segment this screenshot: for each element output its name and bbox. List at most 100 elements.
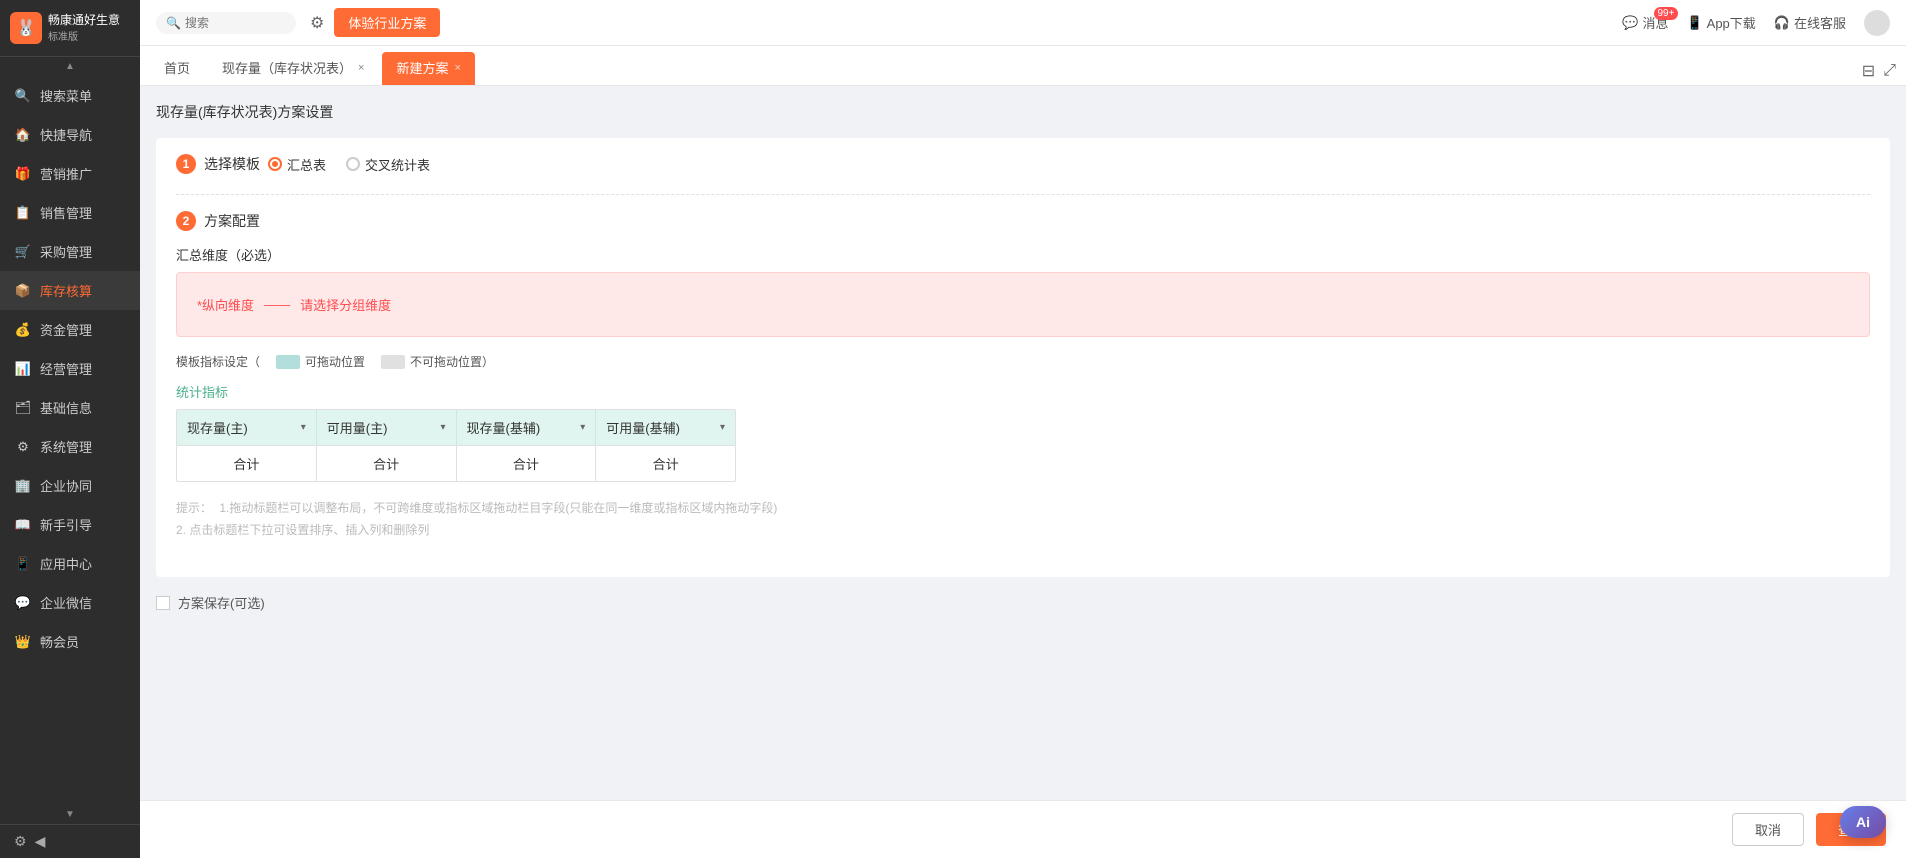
section2-num: 2 xyxy=(176,211,196,231)
tab-expand-icon[interactable]: ⤢ xyxy=(1883,62,1896,80)
col-header-3[interactable]: 可用量(基辅) ▾ xyxy=(596,410,735,445)
tip-line-2: 2. 点击标题栏下拉可设置排序、插入列和删除列 xyxy=(176,520,1870,542)
col-header-1[interactable]: 可用量(主) ▾ xyxy=(317,410,457,445)
sidebar-item-base-info[interactable]: 🗂 基础信息 xyxy=(0,388,140,427)
search-icon: 🔍 xyxy=(166,16,181,30)
stats-table-header: 现存量(主) ▾ 可用量(主) ▾ 现存量(基辅) ▾ 可用量(基辅) xyxy=(177,410,735,445)
stats-table: 现存量(主) ▾ 可用量(主) ▾ 现存量(基辅) ▾ 可用量(基辅) xyxy=(176,409,736,482)
sidebar-item-system[interactable]: ⚙ 系统管理 xyxy=(0,427,140,466)
section-template: 1 选择模板 汇总表 交叉统计表 xyxy=(176,154,1870,174)
chevron-down-icon-1: ▾ xyxy=(440,422,445,433)
message-icon: 💬 xyxy=(1622,15,1638,31)
avatar[interactable] xyxy=(1864,10,1890,36)
chevron-down-icon-2: ▾ xyxy=(580,422,585,433)
tip-title: 提示： 1.拖动标题栏可以调整布局，不可跨维度或指标区域拖动栏目字段(只能在同一… xyxy=(176,498,1870,520)
quick-nav-icon: 🏠 xyxy=(14,126,32,144)
operations-icon: 📊 xyxy=(14,360,32,378)
tab-new-plan[interactable]: 新建方案 × xyxy=(382,52,474,85)
sidebar-item-app-center[interactable]: 📱 应用中心 xyxy=(0,544,140,583)
enterprise-icon: 🏢 xyxy=(14,477,32,495)
sidebar-item-inventory[interactable]: 📦 库存核算 xyxy=(0,271,140,310)
sidebar-item-sales[interactable]: 📋 销售管理 xyxy=(0,193,140,232)
template-radio-group: 汇总表 交叉统计表 xyxy=(268,155,430,174)
sidebar-item-enterprise[interactable]: 🏢 企业协同 xyxy=(0,466,140,505)
tab-inventory[interactable]: 现存量（库存状况表） × xyxy=(208,52,378,85)
base-info-icon: 🗂 xyxy=(14,399,32,417)
tab-minimize-icon[interactable]: ⊟ xyxy=(1862,61,1875,81)
headset-icon: 🎧 xyxy=(1774,15,1790,31)
vertical-dim-placeholder[interactable]: 请选择分组维度 xyxy=(300,295,391,314)
sidebar-item-finance[interactable]: 💰 资金管理 xyxy=(0,310,140,349)
draggable-label: 可拖动位置 xyxy=(305,353,365,370)
cell-1: 合计 xyxy=(317,446,457,481)
search-box: 🔍 xyxy=(156,12,296,34)
app-download-label: App下载 xyxy=(1707,13,1756,32)
ai-floating-button[interactable]: Ai xyxy=(1840,806,1886,838)
sidebar-scroll-up[interactable]: ▲ xyxy=(0,57,140,76)
cancel-button[interactable]: 取消 xyxy=(1732,813,1804,846)
chevron-down-icon-3: ▾ xyxy=(720,422,725,433)
radio-cross[interactable]: 交叉统计表 xyxy=(346,155,430,174)
vertical-dim-dash: —— xyxy=(264,297,290,312)
save-row: 方案保存(可选) xyxy=(156,593,1890,612)
main-area: 🔍 ⚙ 体验行业方案 💬 消息 99+ 📱 App下载 🎧 在线客服 xyxy=(140,0,1906,858)
sidebar-scroll-down[interactable]: ▼ xyxy=(0,805,140,824)
sidebar-item-purchase[interactable]: 🛒 采购管理 xyxy=(0,232,140,271)
system-icon: ⚙ xyxy=(14,438,32,456)
message-item[interactable]: 💬 消息 99+ xyxy=(1622,13,1668,32)
sidebar-item-vip[interactable]: 👑 畅会员 xyxy=(0,622,140,661)
logo-icon: 🐰 xyxy=(10,12,42,44)
tab-inventory-close-icon[interactable]: × xyxy=(358,62,364,74)
trial-btn[interactable]: 体验行业方案 xyxy=(334,8,440,37)
section-divider-1 xyxy=(176,194,1870,195)
stats-section-label: 统计指标 xyxy=(176,382,1870,401)
cell-3: 合计 xyxy=(596,446,735,481)
section1-num: 1 xyxy=(176,154,196,174)
app-center-icon: 📱 xyxy=(14,555,32,573)
sub-label-dimension: 汇总维度（必选） xyxy=(176,245,1870,264)
sales-icon: 📋 xyxy=(14,204,32,222)
non-draggable-box xyxy=(381,355,405,369)
search-input[interactable] xyxy=(185,16,275,30)
topbar-settings-icon[interactable]: ⚙ xyxy=(310,13,324,33)
section1-title: 选择模板 xyxy=(204,154,260,174)
sidebar-item-search-menu[interactable]: 🔍 搜索菜单 xyxy=(0,76,140,115)
sidebar-item-operations[interactable]: 📊 经营管理 xyxy=(0,349,140,388)
cell-2: 合计 xyxy=(457,446,597,481)
tab-new-plan-close-icon[interactable]: × xyxy=(454,62,460,74)
topbar-right: 💬 消息 99+ 📱 App下载 🎧 在线客服 xyxy=(1622,10,1890,36)
sidebar: 🐰 畅康通好生意 标准版 ▲ 🔍 搜索菜单 🏠 快捷导航 🎁 营销推广 📋 销售… xyxy=(0,0,140,858)
tabs-bar: 首页 现存量（库存状况表） × 新建方案 × ⊟ ⤢ xyxy=(140,46,1906,86)
save-checkbox[interactable] xyxy=(156,596,170,610)
non-draggable-label: 不可拖动位置） xyxy=(410,353,494,370)
online-service-label: 在线客服 xyxy=(1794,13,1846,32)
section2-title: 方案配置 xyxy=(204,211,260,231)
message-badge: 99+ xyxy=(1654,7,1679,20)
draggable-box xyxy=(276,355,300,369)
section2-header: 2 方案配置 xyxy=(176,211,1870,231)
sidebar-footer: ⚙ ◀ xyxy=(0,824,140,858)
save-label: 方案保存(可选) xyxy=(178,593,265,612)
col-header-0[interactable]: 现存量(主) ▾ xyxy=(177,410,317,445)
dimension-selector[interactable]: *纵向维度 —— 请选择分组维度 xyxy=(176,272,1870,337)
marketing-icon: 🎁 xyxy=(14,165,32,183)
footer-settings-icon[interactable]: ⚙ xyxy=(14,833,27,850)
sidebar-item-guide[interactable]: 📖 新手引导 xyxy=(0,505,140,544)
footer-collapse-icon[interactable]: ◀ xyxy=(35,833,46,850)
guide-icon: 📖 xyxy=(14,516,32,534)
sidebar-item-marketing[interactable]: 🎁 营销推广 xyxy=(0,154,140,193)
online-service-item[interactable]: 🎧 在线客服 xyxy=(1774,13,1846,32)
sidebar-item-quick-nav[interactable]: 🏠 快捷导航 xyxy=(0,115,140,154)
section1-header: 1 选择模板 汇总表 交叉统计表 xyxy=(176,154,1870,174)
content-area: 现存量(库存状况表)方案设置 1 选择模板 汇总表 交叉统计表 xyxy=(140,86,1906,800)
search-menu-icon: 🔍 xyxy=(14,87,32,105)
app-download-item[interactable]: 📱 App下载 xyxy=(1686,13,1755,32)
purchase-icon: 🛒 xyxy=(14,243,32,261)
main-card: 1 选择模板 汇总表 交叉统计表 xyxy=(156,138,1890,577)
cell-0: 合计 xyxy=(177,446,317,481)
legend-draggable: 可拖动位置 xyxy=(276,353,365,370)
sidebar-item-wechat[interactable]: 💬 企业微信 xyxy=(0,583,140,622)
col-header-2[interactable]: 现存量(基辅) ▾ xyxy=(457,410,597,445)
radio-summary[interactable]: 汇总表 xyxy=(268,155,326,174)
tab-home[interactable]: 首页 xyxy=(150,52,204,85)
